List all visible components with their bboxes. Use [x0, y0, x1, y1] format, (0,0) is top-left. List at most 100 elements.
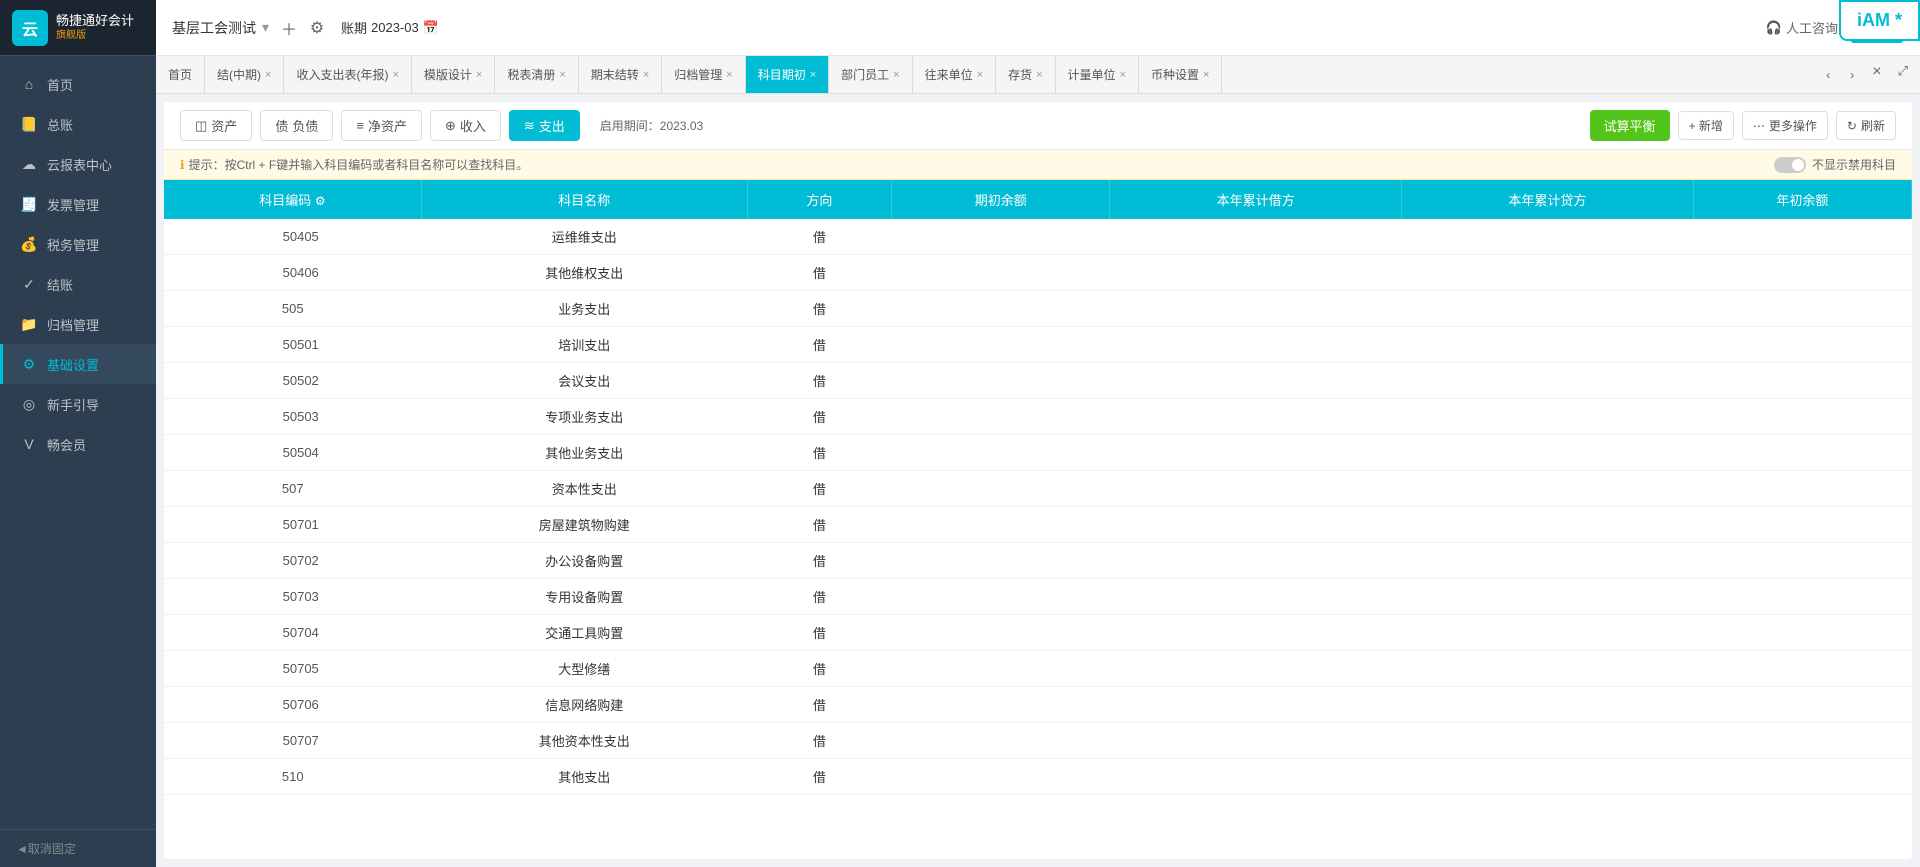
sidebar-item-invoice[interactable]: 🧾发票管理	[0, 184, 156, 224]
tab-label-9: 往来单位	[925, 66, 973, 83]
table-row[interactable]: 50704交通工具购置借	[164, 615, 1912, 651]
service-button[interactable]: 🎧 人工咨询	[1766, 18, 1838, 37]
sidebar-item-settings[interactable]: ⚙基础设置	[0, 344, 156, 384]
table-row[interactable]: 50406其他维权支出借	[164, 255, 1912, 291]
headset-icon: 🎧	[1766, 20, 1782, 36]
table-row[interactable]: 50702办公设备购置借	[164, 543, 1912, 579]
cell-balance-0	[892, 219, 1110, 255]
tab-8[interactable]: 部门员工×	[829, 56, 912, 94]
tab-close-4[interactable]: ×	[559, 69, 565, 81]
tab-9[interactable]: 往来单位 ×	[913, 56, 996, 94]
subtab-icon-1: 债	[275, 116, 288, 135]
toggle-switch[interactable]	[1774, 157, 1806, 173]
tab-1[interactable]: 结(中期)×	[205, 56, 284, 94]
subtab-资产[interactable]: ◫资产	[180, 110, 252, 141]
tab-5[interactable]: 期末结转×	[579, 56, 662, 94]
sidebar-item-close[interactable]: ✓结账	[0, 264, 156, 304]
sidebar-item-ledger[interactable]: 📒总账	[0, 104, 156, 144]
table-row[interactable]: 50706信息网络购建借	[164, 687, 1912, 723]
subtab-收入[interactable]: ⊕收入	[430, 110, 501, 141]
tab-close-5[interactable]: ×	[643, 69, 649, 81]
cell-code-10: 50703	[164, 579, 421, 615]
company-selector[interactable]: 基层工会测试 ▾	[172, 18, 269, 38]
tab-expand-button[interactable]: ⤢	[1890, 63, 1916, 87]
tab-close-1[interactable]: ×	[265, 69, 271, 81]
tab-0[interactable]: 首页	[156, 56, 205, 94]
sidebar-pin-button[interactable]: ◄取消固定	[0, 829, 156, 867]
table-row[interactable]: 50405运维维支出借	[164, 219, 1912, 255]
calc-balance-button[interactable]: 试算平衡	[1590, 110, 1670, 141]
tab-close-3[interactable]: ×	[476, 69, 482, 81]
tab-prev-button[interactable]: ‹	[1816, 63, 1840, 87]
refresh-button[interactable]: ↻ 刷新	[1836, 111, 1896, 140]
cell-year-bal-1	[1693, 255, 1911, 291]
tab-2[interactable]: 收入支出表(年报)×	[284, 56, 411, 94]
main-area: 基层工会测试 ▾ ＋ ⚙ 账期 2023-03 📅 🎧 人工咨询 会计 首页结(…	[156, 0, 1920, 867]
table-row[interactable]: 50701房屋建筑物购建借	[164, 507, 1912, 543]
tab-4[interactable]: 税表清册×	[495, 56, 578, 94]
cell-year-bal-12	[1693, 651, 1911, 687]
tab-11[interactable]: 计量单位×	[1056, 56, 1139, 94]
tab-close-all-button[interactable]: ×	[1864, 63, 1889, 87]
cell-name-12: 大型修缮	[421, 651, 747, 687]
table-row[interactable]: 50703专用设备购置借	[164, 579, 1912, 615]
hint-text: 提示：按Ctrl + F键并输入科目编码或者科目名称可以查找科目。	[189, 156, 529, 173]
tab-close-11[interactable]: ×	[1120, 69, 1126, 81]
content-area: ◫资产债负债≡净资产⊕收入≋支出 启用期间：2023.03 试算平衡 + 新增 …	[164, 102, 1912, 859]
cell-code-15: 510	[164, 759, 421, 795]
tab-close-2[interactable]: ×	[392, 69, 398, 81]
col-header-1: 科目名称	[421, 180, 747, 219]
sidebar-item-tax[interactable]: 💰税务管理	[0, 224, 156, 264]
sidebar-item-guide[interactable]: ◎新手引导	[0, 384, 156, 424]
cell-year-bal-13	[1693, 687, 1911, 723]
cell-year-bal-14	[1693, 723, 1911, 759]
cell-name-9: 办公设备购置	[421, 543, 747, 579]
tab-close-8[interactable]: ×	[893, 69, 899, 81]
col-header-0: 科目编码 ⚙	[164, 180, 421, 219]
tab-next-button[interactable]: ›	[1840, 63, 1864, 87]
disable-toggle[interactable]: 不显示禁用科目	[1774, 156, 1896, 173]
tab-12[interactable]: 币种设置×	[1139, 56, 1222, 94]
table-row[interactable]: 50501培训支出借	[164, 327, 1912, 363]
tab-6[interactable]: 归档管理×	[662, 56, 745, 94]
cell-dir-4: 借	[747, 363, 891, 399]
add-company-button[interactable]: ＋	[277, 16, 301, 40]
tabbar: 首页结(中期)×收入支出表(年报)×模版设计×税表清册×期末结转×归档管理×科目…	[156, 56, 1920, 94]
subtab-负债[interactable]: 债负债	[260, 110, 333, 141]
cell-dir-5: 借	[747, 399, 891, 435]
add-button[interactable]: + 新增	[1678, 111, 1734, 140]
tab-7[interactable]: 科目期初×	[746, 56, 829, 94]
tab-10[interactable]: 存货×	[996, 56, 1055, 94]
subtab-支出[interactable]: ≋支出	[509, 110, 580, 141]
tab-close-10[interactable]: ×	[1036, 69, 1042, 81]
sidebar-item-member[interactable]: V畅会员	[0, 424, 156, 464]
table-row[interactable]: 507资本性支出借	[164, 471, 1912, 507]
sidebar-item-home[interactable]: ⌂首页	[0, 64, 156, 104]
sidebar-item-archive[interactable]: 📁归档管理	[0, 304, 156, 344]
table-row[interactable]: 50504其他业务支出借	[164, 435, 1912, 471]
subtab-净资产[interactable]: ≡净资产	[341, 110, 422, 141]
sidebar-item-reports[interactable]: ☁云报表中心	[0, 144, 156, 184]
cell-balance-6	[892, 435, 1110, 471]
calendar-icon[interactable]: 📅	[423, 20, 439, 36]
col-settings-icon[interactable]: ⚙	[315, 194, 326, 208]
table-row[interactable]: 505业务支出借	[164, 291, 1912, 327]
cell-dir-15: 借	[747, 759, 891, 795]
tab-close-12[interactable]: ×	[1203, 69, 1209, 81]
tab-close-7[interactable]: ×	[810, 69, 816, 81]
table-row[interactable]: 50502会议支出借	[164, 363, 1912, 399]
cell-dir-0: 借	[747, 219, 891, 255]
table-row[interactable]: 50705大型修缮借	[164, 651, 1912, 687]
table-row[interactable]: 510其他支出借	[164, 759, 1912, 795]
tab-close-9[interactable]: ×	[977, 69, 983, 81]
iam-badge: iAM *	[1839, 0, 1920, 41]
table-row[interactable]: 50503专项业务支出借	[164, 399, 1912, 435]
table-row[interactable]: 50707其他资本性支出借	[164, 723, 1912, 759]
tab-close-6[interactable]: ×	[726, 69, 732, 81]
more-button[interactable]: ⋯ 更多操作	[1742, 111, 1828, 140]
tab-3[interactable]: 模版设计×	[412, 56, 495, 94]
subtab-bar: ◫资产债负债≡净资产⊕收入≋支出 启用期间：2023.03 试算平衡 + 新增 …	[164, 102, 1912, 150]
cell-dir-12: 借	[747, 651, 891, 687]
settings-gear-icon[interactable]: ⚙	[305, 16, 329, 40]
cell-credit-5	[1402, 399, 1694, 435]
